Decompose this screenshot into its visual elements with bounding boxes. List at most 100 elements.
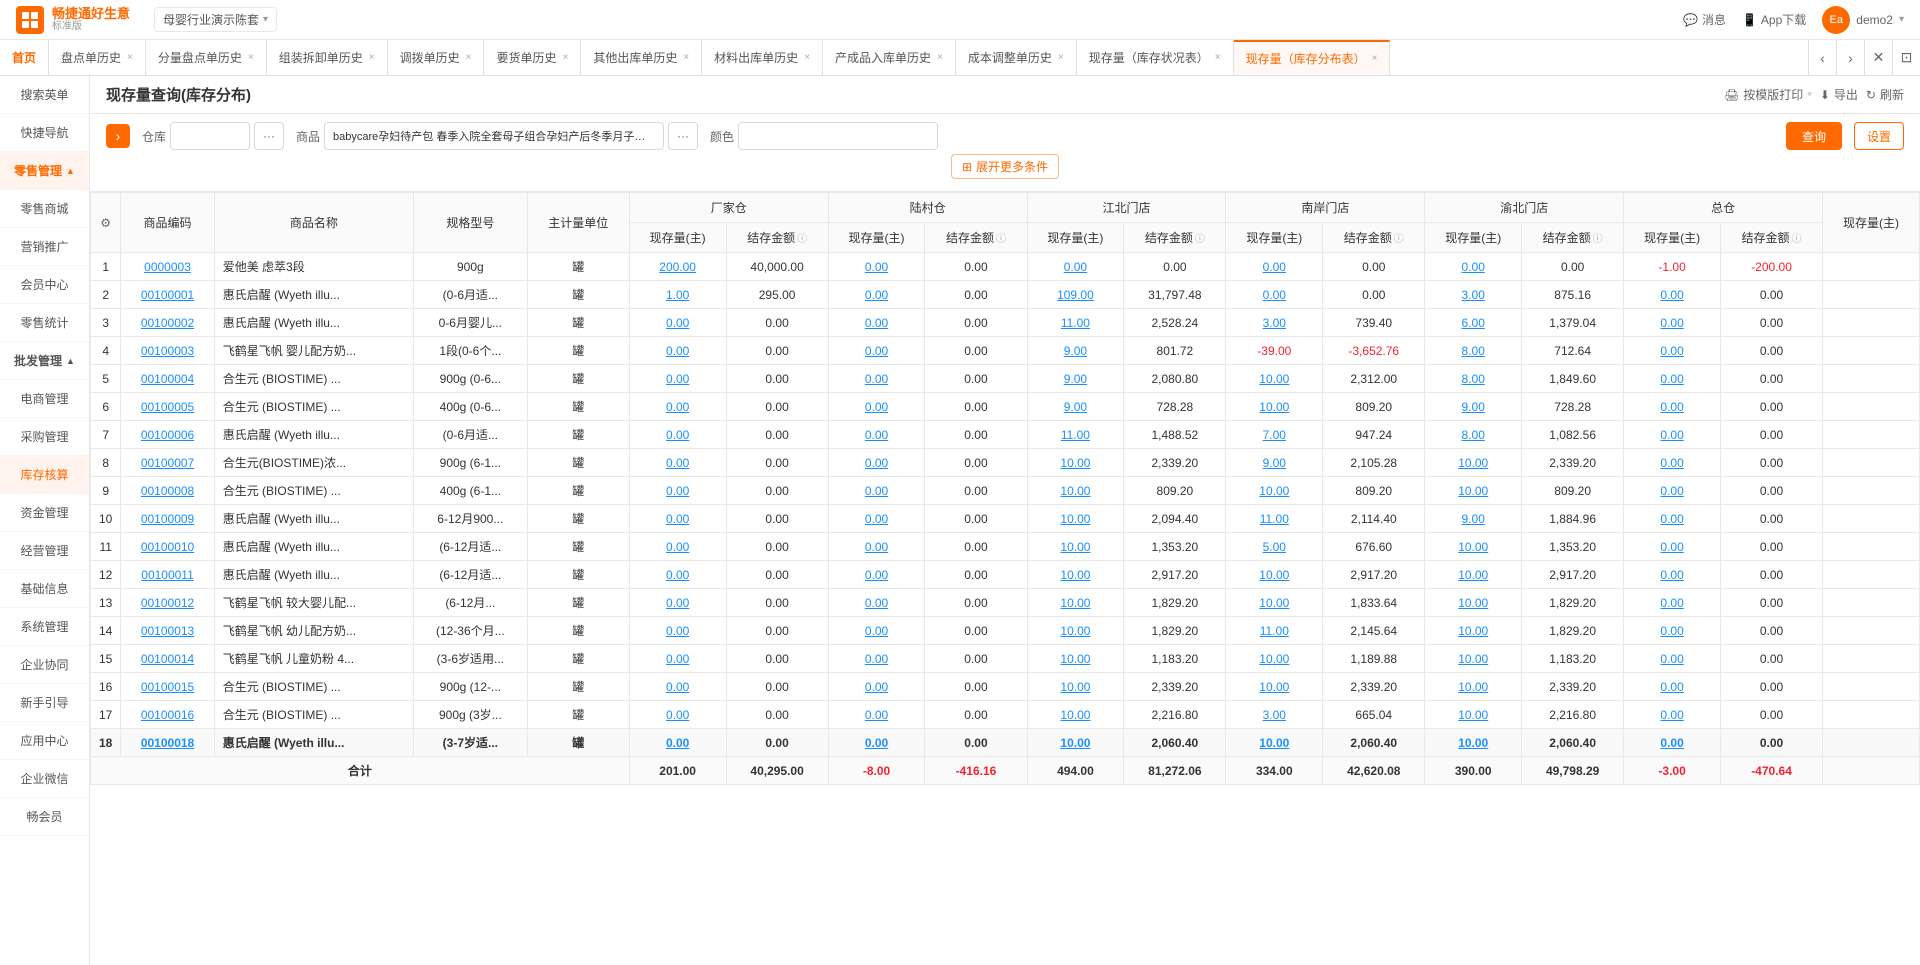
td-na-qty[interactable]: 5.00 [1226, 533, 1323, 561]
td-lc-qty[interactable]: 0.00 [828, 337, 925, 365]
td-cj-qty[interactable]: 0.00 [629, 589, 726, 617]
warehouse-input[interactable] [170, 122, 250, 150]
td-yb-qty[interactable]: 10.00 [1425, 561, 1522, 589]
td-jb-qty[interactable]: 10.00 [1027, 729, 1124, 757]
td-na-qty[interactable]: 11.00 [1226, 505, 1323, 533]
td-na-qty[interactable]: 0.00 [1226, 253, 1323, 281]
tab-next-btn[interactable]: › [1836, 40, 1864, 76]
sidebar-item-guide[interactable]: 新手引导 [0, 684, 89, 722]
td-lc-qty[interactable]: 0.00 [828, 561, 925, 589]
tab-product_in[interactable]: 产成品入库单历史× [823, 40, 956, 76]
td-cj-qty[interactable]: 0.00 [629, 617, 726, 645]
td-yb-qty[interactable]: 10.00 [1425, 673, 1522, 701]
tab-sub_count[interactable]: 分量盘点单历史× [146, 40, 267, 76]
td-code[interactable]: 0000003 [121, 253, 214, 281]
td-cj-qty[interactable]: 200.00 [629, 253, 726, 281]
td-jb-qty[interactable]: 9.00 [1027, 337, 1124, 365]
td-na-qty[interactable]: 10.00 [1226, 589, 1323, 617]
td-lc-qty[interactable]: 0.00 [828, 393, 925, 421]
td-lc-qty[interactable]: 0.00 [828, 421, 925, 449]
td-jb-qty[interactable]: 10.00 [1027, 589, 1124, 617]
td-yb-qty[interactable]: 10.00 [1425, 645, 1522, 673]
td-lc-qty[interactable]: 0.00 [828, 645, 925, 673]
td-cj-qty[interactable]: 0.00 [629, 393, 726, 421]
td-jb-qty[interactable]: 109.00 [1027, 281, 1124, 309]
td-code[interactable]: 00100005 [121, 393, 214, 421]
td-na-qty[interactable]: 10.00 [1226, 561, 1323, 589]
td-lc-qty[interactable]: 0.00 [828, 253, 925, 281]
td-zc-qty[interactable]: 0.00 [1624, 505, 1721, 533]
td-yb-qty[interactable]: 10.00 [1425, 617, 1522, 645]
sidebar-item-member[interactable]: 会员中心 [0, 266, 89, 304]
td-zc-qty[interactable]: 0.00 [1624, 589, 1721, 617]
td-code[interactable]: 00100009 [121, 505, 214, 533]
lc-info-icon[interactable]: ⓘ [996, 234, 1006, 245]
tab-other_out[interactable]: 其他出库单历史× [581, 40, 702, 76]
td-zc-qty[interactable]: 0.00 [1624, 561, 1721, 589]
td-code[interactable]: 00100010 [121, 533, 214, 561]
table-container[interactable]: ⚙ 商品编码 商品名称 规格型号 主计量单位 厂家仓 陆村仓 江北门店 南岸门店… [90, 192, 1920, 965]
color-input[interactable] [738, 122, 938, 150]
td-na-qty[interactable]: 7.00 [1226, 421, 1323, 449]
td-cj-qty[interactable]: 0.00 [629, 365, 726, 393]
td-yb-qty[interactable]: 9.00 [1425, 393, 1522, 421]
td-zc-qty[interactable]: 0.00 [1624, 729, 1721, 757]
tab-stock_dist[interactable]: 现存量（库存分布表）× [1234, 40, 1391, 76]
td-jb-qty[interactable]: 10.00 [1027, 561, 1124, 589]
tab-material_out[interactable]: 材料出库单历史× [702, 40, 823, 76]
td-na-qty[interactable]: -39.00 [1226, 337, 1323, 365]
td-yb-qty[interactable]: 10.00 [1425, 449, 1522, 477]
td-na-qty[interactable]: 3.00 [1226, 309, 1323, 337]
td-zc-qty[interactable]: 0.00 [1624, 421, 1721, 449]
td-yb-qty[interactable]: 8.00 [1425, 421, 1522, 449]
td-lc-qty[interactable]: 0.00 [828, 309, 925, 337]
tab-stock_status[interactable]: 现存量（库存状况表）× [1077, 40, 1234, 76]
na-info-icon[interactable]: ⓘ [1394, 234, 1404, 245]
td-code[interactable]: 00100016 [121, 701, 214, 729]
td-cj-qty[interactable]: 0.00 [629, 561, 726, 589]
td-jb-qty[interactable]: 10.00 [1027, 673, 1124, 701]
td-yb-qty[interactable]: 6.00 [1425, 309, 1522, 337]
td-na-qty[interactable]: 11.00 [1226, 617, 1323, 645]
setting-button[interactable]: 设置 [1854, 122, 1904, 150]
td-jb-qty[interactable]: 9.00 [1027, 365, 1124, 393]
export-btn[interactable]: ⬇ 导出 [1820, 86, 1858, 103]
tab-cost_adj[interactable]: 成本调整单历史× [956, 40, 1077, 76]
sidebar-item-enterprise[interactable]: 企业协同 [0, 646, 89, 684]
td-cj-qty[interactable]: 0.00 [629, 449, 726, 477]
sidebar-item-retail_stat[interactable]: 零售统计 [0, 304, 89, 342]
td-lc-qty[interactable]: 0.00 [828, 365, 925, 393]
sidebar-item-marketing[interactable]: 营销推广 [0, 228, 89, 266]
yb-info-icon[interactable]: ⓘ [1593, 234, 1603, 245]
td-lc-qty[interactable]: 0.00 [828, 701, 925, 729]
td-cj-qty[interactable]: 0.00 [629, 701, 726, 729]
tab-prev-btn[interactable]: ‹ [1808, 40, 1836, 76]
td-na-qty[interactable]: 10.00 [1226, 729, 1323, 757]
td-cj-qty[interactable]: 0.00 [629, 533, 726, 561]
td-yb-qty[interactable]: 9.00 [1425, 505, 1522, 533]
td-zc-qty[interactable]: 0.00 [1624, 701, 1721, 729]
td-cj-qty[interactable]: 0.00 [629, 505, 726, 533]
td-code[interactable]: 00100002 [121, 309, 214, 337]
search-button[interactable]: 查询 [1786, 122, 1842, 150]
user-area[interactable]: Ea demo2 ▾ [1822, 6, 1904, 34]
warehouse-picker-btn[interactable]: ··· [254, 122, 284, 150]
td-lc-qty[interactable]: 0.00 [828, 673, 925, 701]
tab-kit_disassemble[interactable]: 组装拆卸单历史× [267, 40, 388, 76]
td-yb-qty[interactable]: 0.00 [1425, 253, 1522, 281]
td-lc-qty[interactable]: 0.00 [828, 589, 925, 617]
tab-close-cost_adj[interactable]: × [1058, 52, 1064, 63]
tab-close-kit_disassemble[interactable]: × [369, 52, 375, 63]
td-na-qty[interactable]: 10.00 [1226, 393, 1323, 421]
sidebar-item-apps[interactable]: 应用中心 [0, 722, 89, 760]
td-jb-qty[interactable]: 11.00 [1027, 421, 1124, 449]
td-lc-qty[interactable]: 0.00 [828, 281, 925, 309]
td-lc-qty[interactable]: 0.00 [828, 477, 925, 505]
td-code[interactable]: 00100018 [121, 729, 214, 757]
td-cj-qty[interactable]: 0.00 [629, 729, 726, 757]
th-gear[interactable]: ⚙ [91, 193, 121, 253]
td-na-qty[interactable]: 10.00 [1226, 645, 1323, 673]
sidebar-item-nav[interactable]: 快捷导航 [0, 114, 89, 152]
sidebar-item-inventory[interactable]: 库存核算 [0, 456, 89, 494]
td-yb-qty[interactable]: 3.00 [1425, 281, 1522, 309]
